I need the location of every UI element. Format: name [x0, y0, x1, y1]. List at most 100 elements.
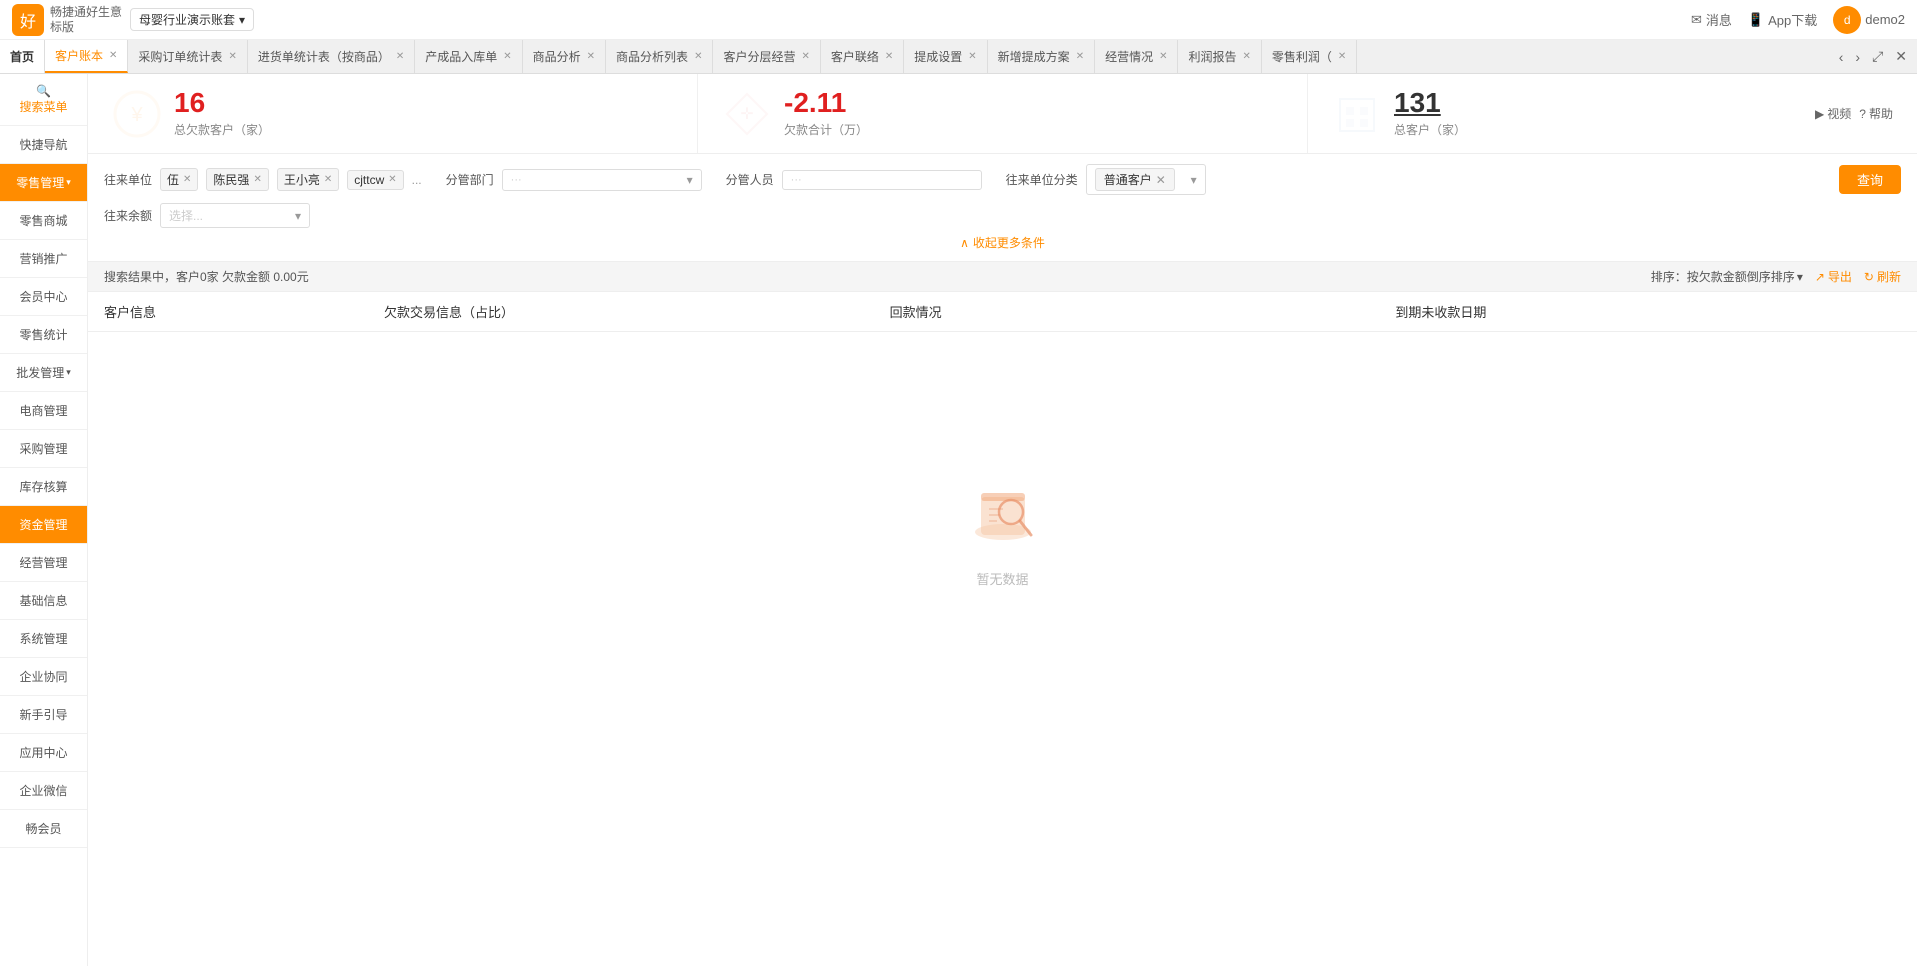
remove-tag-chen[interactable]: ✕	[253, 174, 261, 185]
tab-expand-btn[interactable]: ⤢	[1868, 46, 1887, 67]
export-btn[interactable]: ↗ 导出	[1815, 268, 1852, 285]
tab-stock-stats[interactable]: 进货单统计表（按商品） ✕	[248, 40, 415, 73]
filter-row-1: 往来单位 伍 ✕ 陈民强 ✕ 王小亮 ✕ cjttcw ✕	[104, 164, 1901, 195]
close-icon[interactable]: ✕	[503, 51, 511, 62]
chevron-down-icon: ▾	[1797, 270, 1803, 284]
tab-retail-profit[interactable]: 零售利润（ ✕	[1262, 40, 1357, 73]
chevron-down-icon: ▾	[687, 173, 693, 187]
dept-label: 分管部门	[446, 171, 494, 188]
sidebar-item-quick-nav[interactable]: 快捷导航	[0, 126, 87, 164]
diamond-plus-icon: ✛	[722, 89, 772, 139]
tab-close-all-btn[interactable]: ✕	[1891, 46, 1911, 67]
filter-area: 往来单位 伍 ✕ 陈民强 ✕ 王小亮 ✕ cjttcw ✕	[88, 154, 1917, 262]
stat-info-customers: 131 总客户（家）	[1394, 89, 1466, 138]
tab-promotion-settings[interactable]: 提成设置 ✕	[904, 40, 987, 73]
filter-tag-chen[interactable]: 陈民强 ✕	[206, 168, 268, 191]
tab-customer-contact[interactable]: 客户联络 ✕	[821, 40, 904, 73]
sidebar-item-enterprise-coop[interactable]: 企业协同	[0, 658, 87, 696]
sidebar-item-ecommerce-mgmt[interactable]: 电商管理	[0, 392, 87, 430]
remove-tag-cjttcw[interactable]: ✕	[388, 174, 396, 185]
sidebar-search[interactable]: 🔍 搜索菜单	[0, 74, 87, 126]
sort-select[interactable]: 排序：按欠款金额倒序排序 ▾	[1651, 268, 1803, 285]
help-btn[interactable]: ? 帮助	[1859, 105, 1893, 122]
video-btn[interactable]: ▶ 视频	[1815, 105, 1851, 122]
tab-product-stock-in[interactable]: 产成品入库单 ✕	[415, 40, 522, 73]
tab-product-analysis[interactable]: 商品分析 ✕	[523, 40, 606, 73]
header-left: 好 畅捷通好生意 标版 母婴行业演示账套 ▾	[12, 4, 254, 36]
tab-next-btn[interactable]: ›	[1851, 47, 1864, 67]
close-icon[interactable]: ✕	[587, 51, 595, 62]
tab-product-analysis-list[interactable]: 商品分析列表 ✕	[606, 40, 713, 73]
avatar: d	[1833, 6, 1861, 34]
tab-operation-status[interactable]: 经营情况 ✕	[1095, 40, 1178, 73]
app-icon: 📱	[1748, 12, 1764, 28]
top-header: 好 畅捷通好生意 标版 母婴行业演示账套 ▾ ✉ 消息 📱 App下载 d de…	[0, 0, 1917, 40]
sidebar-item-operation-mgmt[interactable]: 经营管理	[0, 544, 87, 582]
sidebar-item-enterprise-wechat[interactable]: 企业微信	[0, 772, 87, 810]
tab-new-promotion-plan[interactable]: 新增提成方案 ✕	[988, 40, 1095, 73]
close-icon[interactable]: ✕	[109, 50, 117, 61]
dept-select[interactable]: ··· ▾	[502, 169, 702, 191]
collapse-btn[interactable]: ∧ 收起更多条件	[960, 234, 1045, 251]
refresh-btn[interactable]: ↻ 刷新	[1864, 268, 1901, 285]
search-icon: 🔍	[36, 84, 51, 98]
tab-home[interactable]: 首页	[0, 40, 45, 73]
account-dropdown[interactable]: 母婴行业演示账套 ▾	[130, 8, 254, 31]
staff-select[interactable]: ···	[782, 170, 982, 190]
close-icon[interactable]: ✕	[1076, 51, 1084, 62]
sidebar-item-basic-info[interactable]: 基础信息	[0, 582, 87, 620]
search-button[interactable]: 查询	[1839, 165, 1901, 194]
close-icon[interactable]: ✕	[968, 51, 976, 62]
tab-profit-report[interactable]: 利润报告 ✕	[1178, 40, 1261, 73]
sidebar-item-marketing[interactable]: 营销推广	[0, 240, 87, 278]
sidebar-item-app-center[interactable]: 应用中心	[0, 734, 87, 772]
sidebar-item-retail-mgmt[interactable]: 零售管理 ▾	[0, 164, 87, 202]
tab-customer-ledger[interactable]: 客户账本 ✕	[45, 40, 128, 73]
sidebar-item-retail-stats[interactable]: 零售统计	[0, 316, 87, 354]
filter-tag-cjttcw[interactable]: cjttcw ✕	[347, 170, 403, 190]
app-download-btn[interactable]: 📱 App下载	[1748, 10, 1817, 29]
stat-label-debt-amount: 欠款合计（万）	[784, 121, 868, 138]
close-icon[interactable]: ✕	[1243, 51, 1251, 62]
sidebar-item-capital-mgmt[interactable]: 资金管理	[0, 506, 87, 544]
sidebar-item-purchase-mgmt[interactable]: 采购管理	[0, 430, 87, 468]
stat-actions: ▶ 视频 ? 帮助	[1815, 105, 1893, 122]
close-icon[interactable]: ✕	[885, 51, 893, 62]
col-overdue-date: 到期未收款日期	[1395, 302, 1901, 321]
sidebar-item-inventory-check[interactable]: 库存核算	[0, 468, 87, 506]
content-area: ¥ 16 总欠款客户（家） ✛ -2.11 欠款合计（	[88, 74, 1917, 966]
col-customer-info: 客户信息	[104, 302, 384, 321]
stat-label-total-customers: 总客户（家）	[1394, 121, 1466, 138]
balance-select[interactable]: 选择... ▾	[160, 203, 310, 228]
close-icon[interactable]: ✕	[228, 51, 236, 62]
logo-icon: 好	[12, 4, 44, 36]
user-menu[interactable]: d demo2	[1833, 6, 1905, 34]
col-repayment: 回款情况	[890, 302, 1396, 321]
tab-prev-btn[interactable]: ‹	[1835, 47, 1848, 67]
sidebar-item-member-vip[interactable]: 畅会员	[0, 810, 87, 848]
tab-purchase-order-stats[interactable]: 采购订单统计表 ✕	[128, 40, 247, 73]
sidebar-item-retail-mall[interactable]: 零售商城	[0, 202, 87, 240]
close-icon[interactable]: ✕	[694, 51, 702, 62]
more-tags-btn[interactable]: ...	[412, 173, 422, 187]
remove-category-tag[interactable]: ✕	[1156, 173, 1166, 187]
close-icon[interactable]: ✕	[1338, 51, 1346, 62]
sidebar-item-system-mgmt[interactable]: 系统管理	[0, 620, 87, 658]
remove-tag-wang[interactable]: ✕	[324, 174, 332, 185]
message-btn[interactable]: ✉ 消息	[1691, 10, 1732, 29]
video-icon: ▶	[1815, 107, 1824, 121]
building-icon	[1332, 89, 1382, 139]
empty-label: 暂无数据	[976, 569, 1028, 588]
remove-tag-wu[interactable]: ✕	[183, 174, 191, 185]
tab-customer-segment[interactable]: 客户分层经营 ✕	[713, 40, 820, 73]
category-select[interactable]: 普通客户 ✕ ▾	[1086, 164, 1206, 195]
close-icon[interactable]: ✕	[801, 51, 809, 62]
filter-tag-wu[interactable]: 伍 ✕	[160, 168, 198, 191]
sidebar-item-new-user-guide[interactable]: 新手引导	[0, 696, 87, 734]
filter-tag-wang[interactable]: 王小亮 ✕	[277, 168, 339, 191]
sidebar-item-member-center[interactable]: 会员中心	[0, 278, 87, 316]
filter-row-2: 往来余额 选择... ▾	[104, 203, 1901, 228]
close-icon[interactable]: ✕	[396, 51, 404, 62]
close-icon[interactable]: ✕	[1159, 51, 1167, 62]
sidebar-item-batch-mgmt[interactable]: 批发管理 ▾	[0, 354, 87, 392]
